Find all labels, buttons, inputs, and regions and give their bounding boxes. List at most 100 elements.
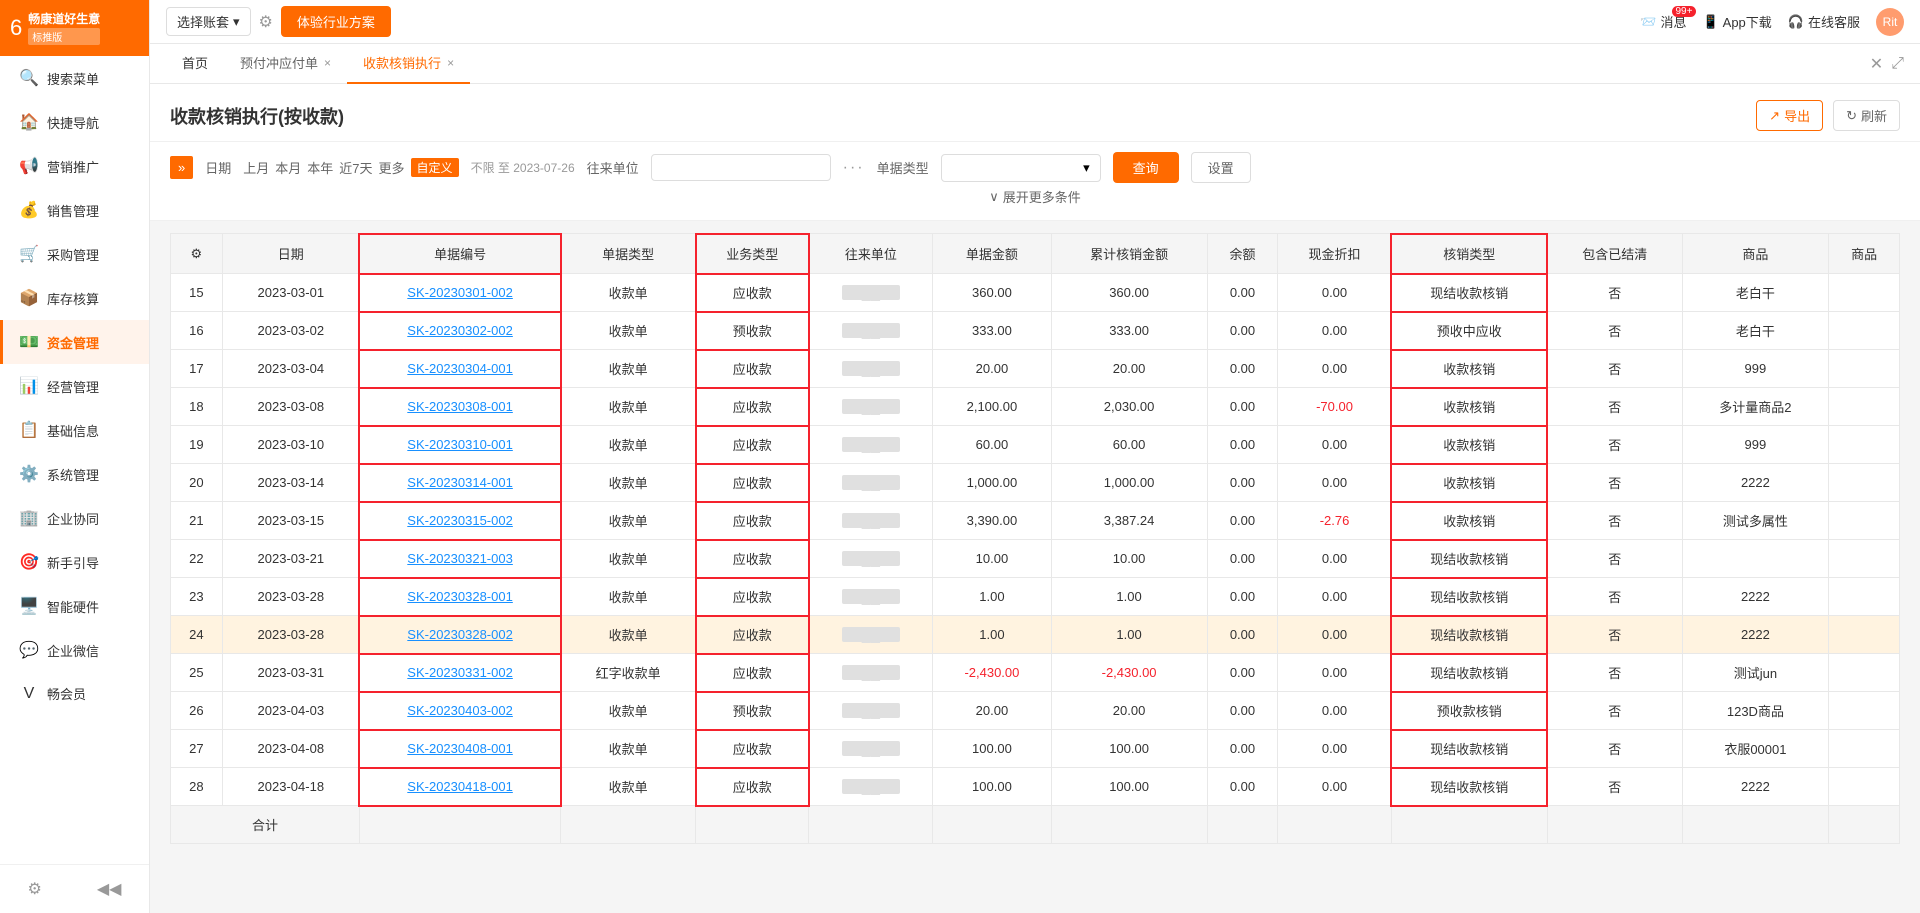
cell-num: 21 bbox=[171, 502, 223, 540]
sidebar-item-system[interactable]: ⚙️ 系统管理 bbox=[0, 452, 149, 496]
th-voucher-type[interactable]: 单据类型 bbox=[561, 234, 696, 274]
collapse-sidebar-icon[interactable]: ◀◀ bbox=[91, 873, 128, 905]
cell-balance: 0.00 bbox=[1207, 730, 1278, 768]
th-partner[interactable]: 往来单位 bbox=[809, 234, 933, 274]
date-7days[interactable]: 近7天 bbox=[339, 158, 372, 177]
user-avatar[interactable]: Rit bbox=[1876, 8, 1904, 36]
th-included[interactable]: 包含已结清 bbox=[1547, 234, 1682, 274]
table-row: 27 2023-04-08 SK-20230408-001 收款单 应收款 ██… bbox=[171, 730, 1900, 768]
refresh-btn[interactable]: ↻ 刷新 bbox=[1833, 100, 1900, 131]
cell-balance: 0.00 bbox=[1207, 464, 1278, 502]
sidebar-item-label: 库存核算 bbox=[47, 289, 99, 308]
close-tab-icon[interactable]: ✕ bbox=[1870, 54, 1883, 74]
th-settings[interactable]: ⚙ bbox=[171, 234, 223, 274]
sidebar-item-label: 快捷导航 bbox=[47, 113, 99, 132]
settings-bottom-icon[interactable]: ⚙ bbox=[22, 873, 48, 905]
sidebar-item-purchase[interactable]: 🛒 采购管理 bbox=[0, 232, 149, 276]
expand-conditions-btn[interactable]: ∨ 展开更多条件 bbox=[170, 183, 1900, 210]
cell-amount: 1,000.00 bbox=[933, 464, 1051, 502]
code-link[interactable]: SK-20230408-001 bbox=[407, 741, 513, 756]
cell-partner: ██ bbox=[809, 692, 933, 730]
th-goods1[interactable]: 商品 bbox=[1682, 234, 1829, 274]
export-btn[interactable]: ↗ 导出 bbox=[1756, 100, 1823, 131]
filter-toggle-btn[interactable]: » bbox=[170, 156, 193, 179]
tab-home[interactable]: 首页 bbox=[166, 44, 224, 84]
cell-discount: 0.00 bbox=[1278, 312, 1391, 350]
cell-biz-type: 应收款 bbox=[696, 654, 809, 692]
online-service-btn[interactable]: 🎧 在线客服 bbox=[1788, 12, 1860, 31]
code-link[interactable]: SK-20230331-002 bbox=[407, 665, 513, 680]
sidebar-item-operations[interactable]: 📊 经营管理 bbox=[0, 364, 149, 408]
cell-goods1: 老白干 bbox=[1682, 312, 1829, 350]
th-balance[interactable]: 余额 bbox=[1207, 234, 1278, 274]
th-discount[interactable]: 现金折扣 bbox=[1278, 234, 1391, 274]
table-area[interactable]: ⚙ 日期 单据编号 单据类型 业务类型 往来单位 单据金额 累计核销金额 余额 … bbox=[150, 221, 1920, 913]
code-link[interactable]: SK-20230301-002 bbox=[407, 285, 513, 300]
date-this-month[interactable]: 本月 bbox=[275, 158, 301, 177]
tab-prepay[interactable]: 预付冲应付单 × bbox=[224, 44, 347, 84]
code-link[interactable]: SK-20230315-002 bbox=[407, 513, 513, 528]
date-custom-btn[interactable]: 自定义 bbox=[411, 158, 459, 177]
tab-collection[interactable]: 收款核销执行 × bbox=[347, 44, 470, 84]
code-link[interactable]: SK-20230328-002 bbox=[407, 627, 513, 642]
th-date[interactable]: 日期 bbox=[222, 234, 359, 274]
sidebar-item-wechat[interactable]: 💬 企业微信 bbox=[0, 628, 149, 672]
th-code[interactable]: 单据编号 bbox=[359, 234, 560, 274]
th-accum[interactable]: 累计核销金额 bbox=[1051, 234, 1207, 274]
code-link[interactable]: SK-20230302-002 bbox=[407, 323, 513, 338]
cell-biz-type: 应收款 bbox=[696, 540, 809, 578]
search-icon: 🔍 bbox=[19, 68, 39, 88]
settings-btn[interactable]: 设置 bbox=[1191, 152, 1251, 183]
partner-dots[interactable]: ··· bbox=[843, 159, 865, 177]
account-selector[interactable]: 选择账套 ▾ bbox=[166, 7, 251, 36]
date-this-year[interactable]: 本年 bbox=[307, 158, 333, 177]
code-link[interactable]: SK-20230418-001 bbox=[407, 779, 513, 794]
app-download-btn[interactable]: 📱 App下载 bbox=[1702, 12, 1771, 31]
cell-voucher-type: 收款单 bbox=[561, 388, 696, 426]
sidebar-item-guide[interactable]: 🎯 新手引导 bbox=[0, 540, 149, 584]
expand-icon[interactable]: ⤢ bbox=[1891, 55, 1904, 73]
sidebar-item-shortcut[interactable]: 🏠 快捷导航 bbox=[0, 100, 149, 144]
code-link[interactable]: SK-20230321-003 bbox=[407, 551, 513, 566]
sidebar-item-hardware[interactable]: 🖥️ 智能硬件 bbox=[0, 584, 149, 628]
cell-goods1: 2222 bbox=[1682, 768, 1829, 806]
sidebar-item-search[interactable]: 🔍 搜索菜单 bbox=[0, 56, 149, 100]
code-link[interactable]: SK-20230308-001 bbox=[407, 399, 513, 414]
sidebar-item-marketing[interactable]: 📢 营销推广 bbox=[0, 144, 149, 188]
code-link[interactable]: SK-20230403-002 bbox=[407, 703, 513, 718]
voucher-type-select[interactable]: ▾ bbox=[941, 154, 1101, 182]
code-link[interactable]: SK-20230304-001 bbox=[407, 361, 513, 376]
sidebar-item-enterprise[interactable]: 🏢 企业协同 bbox=[0, 496, 149, 540]
voucher-type-label: 单据类型 bbox=[877, 158, 929, 177]
cell-voucher-type: 收款单 bbox=[561, 312, 696, 350]
th-biz-type[interactable]: 业务类型 bbox=[696, 234, 809, 274]
cell-code: SK-20230403-002 bbox=[359, 692, 560, 730]
partner-input[interactable] bbox=[651, 154, 831, 181]
message-btn[interactable]: 📨 消息 99+ bbox=[1640, 12, 1686, 31]
gear-icon[interactable]: ⚙ bbox=[259, 12, 273, 32]
sidebar-item-basic[interactable]: 📋 基础信息 bbox=[0, 408, 149, 452]
date-more[interactable]: 更多 bbox=[379, 158, 405, 177]
code-link[interactable]: SK-20230310-001 bbox=[407, 437, 513, 452]
cell-date: 2023-04-18 bbox=[222, 768, 359, 806]
sidebar-item-member[interactable]: V 畅会员 bbox=[0, 672, 149, 715]
date-last-month[interactable]: 上月 bbox=[243, 158, 269, 177]
sidebar-item-sales[interactable]: 💰 销售管理 bbox=[0, 188, 149, 232]
tab-prepay-close[interactable]: × bbox=[324, 56, 331, 70]
th-amount[interactable]: 单据金额 bbox=[933, 234, 1051, 274]
cell-discount: 0.00 bbox=[1278, 274, 1391, 312]
cell-amount: 100.00 bbox=[933, 730, 1051, 768]
refresh-icon: ↻ bbox=[1846, 108, 1857, 124]
th-goods2[interactable]: 商品 bbox=[1829, 234, 1900, 274]
industry-btn[interactable]: 体验行业方案 bbox=[281, 6, 391, 37]
code-link[interactable]: SK-20230314-001 bbox=[407, 475, 513, 490]
query-btn[interactable]: 查询 bbox=[1113, 152, 1179, 183]
cell-included: 否 bbox=[1547, 654, 1682, 692]
cell-goods1: 123D商品 bbox=[1682, 692, 1829, 730]
cell-code: SK-20230321-003 bbox=[359, 540, 560, 578]
tab-collection-close[interactable]: × bbox=[447, 56, 454, 70]
code-link[interactable]: SK-20230328-001 bbox=[407, 589, 513, 604]
sidebar-item-inventory[interactable]: 📦 库存核算 bbox=[0, 276, 149, 320]
sidebar-item-funds[interactable]: 💵 资金管理 bbox=[0, 320, 149, 364]
th-settle-type[interactable]: 核销类型 bbox=[1391, 234, 1547, 274]
